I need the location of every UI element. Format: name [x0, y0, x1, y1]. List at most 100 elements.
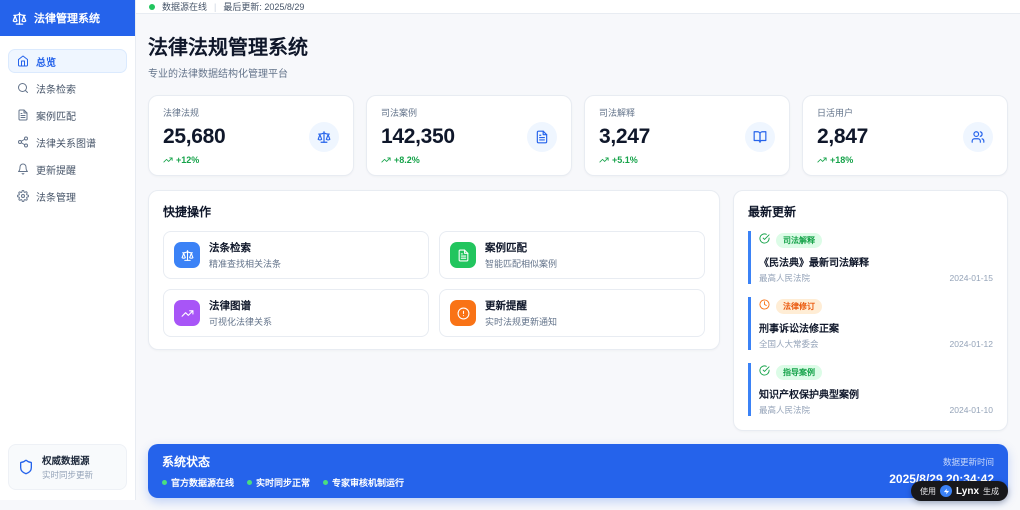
lynx-logo-icon	[940, 485, 953, 497]
topbar-separator: |	[214, 1, 217, 12]
quick-actions-title: 快捷操作	[163, 205, 212, 219]
trending-up-icon	[817, 157, 827, 163]
bell-icon	[18, 163, 28, 175]
sidebar-item-update-alerts[interactable]: 更新提醒	[8, 157, 127, 181]
check-circle-icon	[759, 231, 770, 249]
action-update-alerts[interactable]: 更新提醒 实时法规更新通知	[439, 289, 705, 337]
scale-icon	[174, 242, 200, 268]
stat-card-cases: 司法案例 142,350 +8.2%	[366, 95, 572, 176]
shield-icon	[19, 459, 32, 475]
scale-icon	[309, 122, 339, 152]
update-item[interactable]: 指导案例 知识产权保护典型案例 最高人民法院 2024-01-10	[748, 363, 993, 416]
latest-updates-panel: 最新更新 司法解释 《民法典》最新司法解释 最高人民法院 2024-01-15	[733, 190, 1008, 431]
stat-value: 142,350	[381, 125, 455, 148]
update-title: 刑事诉讼法修正案	[759, 324, 839, 335]
trending-up-icon	[599, 157, 609, 163]
update-item[interactable]: 司法解释 《民法典》最新司法解释 最高人民法院 2024-01-15	[748, 231, 993, 284]
app-title: 法律管理系统	[34, 13, 100, 25]
update-badge: 司法解释	[776, 232, 822, 248]
data-source-title: 权威数据源	[42, 456, 90, 467]
main-area: 数据源在线 | 最后更新: 2025/8/29 法律法规管理系统 专业的法律数据…	[136, 0, 1020, 501]
update-source: 全国人大常委会	[759, 339, 819, 349]
check-circle-icon	[759, 363, 770, 381]
update-date: 2024-01-15	[949, 273, 993, 283]
sidebar-nav: 总览 法条检索 案例匹配 法律关系图谱 更新提醒 法条管理	[0, 36, 135, 221]
quick-actions-panel: 快捷操作 法条检索 精准查找相关法条 案例匹配 智能匹配相似案例 法律图谱 可视…	[148, 190, 720, 350]
file-text-icon	[450, 242, 476, 268]
last-updated-text: 最后更新: 2025/8/29	[223, 2, 305, 12]
green-status-dot	[162, 480, 167, 485]
update-title: 知识产权保护典型案例	[759, 390, 859, 401]
status-item: 专家审核机制运行	[323, 476, 404, 489]
panels-row: 快捷操作 法条检索 精准查找相关法条 案例匹配 智能匹配相似案例 法律图谱 可视…	[148, 190, 1008, 431]
status-item: 官方数据源在线	[162, 476, 234, 489]
latest-updates-title: 最新更新	[748, 205, 797, 219]
update-badge: 指导案例	[776, 364, 822, 380]
sidebar-item-case-match[interactable]: 案例匹配	[8, 103, 127, 127]
system-status-bar: 系统状态 官方数据源在线 实时同步正常 专家审核机制运行 数据更新时间 2025…	[148, 444, 1008, 498]
badge-prefix: 使用	[920, 486, 937, 496]
update-title: 《民法典》最新司法解释	[759, 258, 869, 269]
trending-up-icon	[174, 300, 200, 326]
trending-up-icon	[381, 157, 391, 163]
status-item: 实时同步正常	[247, 476, 310, 489]
stat-card-interpretations: 司法解释 3,247 +5.1%	[584, 95, 790, 176]
stat-value: 3,247	[599, 125, 651, 148]
scale-logo-icon	[12, 11, 27, 25]
content: 法律法规管理系统 专业的法律数据结构化管理平台 法律法规 25,680 +12%	[136, 14, 1020, 510]
page-subtitle: 专业的法律数据结构化管理平台	[148, 69, 288, 80]
stat-trend: +18%	[817, 155, 993, 165]
action-case-match[interactable]: 案例匹配 智能匹配相似案例	[439, 231, 705, 279]
data-update-time-label: 数据更新时间	[942, 457, 994, 467]
file-text-icon	[527, 122, 557, 152]
stat-trend: +5.1%	[599, 155, 775, 165]
sidebar: 法律管理系统 总览 法条检索 案例匹配 法律关系图谱 更新提醒 法条管理 权威数…	[0, 0, 136, 500]
datasource-status: 数据源在线	[162, 2, 208, 12]
users-icon	[963, 122, 993, 152]
sidebar-item-law-search[interactable]: 法条检索	[8, 76, 127, 100]
stat-label: 司法解释	[599, 108, 636, 118]
stat-value: 25,680	[163, 125, 226, 148]
page-header: 法律法规管理系统 专业的法律数据结构化管理平台	[148, 31, 1008, 80]
lynx-generator-badge[interactable]: 使用 Lynx 生成	[911, 481, 1008, 501]
share-network-icon	[18, 136, 28, 148]
alert-circle-icon	[450, 300, 476, 326]
topbar: 数据源在线 | 最后更新: 2025/8/29	[136, 0, 1020, 14]
action-law-graph[interactable]: 法律图谱 可视化法律关系	[163, 289, 429, 337]
update-source: 最高人民法院	[759, 405, 811, 415]
green-status-dot	[247, 480, 253, 485]
update-item[interactable]: 法律修订 刑事诉讼法修正案 全国人大常委会 2024-01-12	[748, 297, 993, 350]
gear-icon	[17, 190, 29, 202]
file-text-icon	[18, 109, 28, 121]
sidebar-item-label: 更新提醒	[36, 165, 76, 177]
update-source: 最高人民法院	[759, 273, 811, 283]
data-source-subtitle: 实时同步更新	[42, 470, 94, 480]
badge-suffix: 生成	[983, 486, 999, 496]
sidebar-item-label: 总览	[36, 57, 56, 69]
action-law-search[interactable]: 法条检索 精准查找相关法条	[163, 231, 429, 279]
system-status-title: 系统状态	[162, 455, 211, 469]
sidebar-item-relation-graph[interactable]: 法律关系图谱	[8, 130, 127, 154]
stat-trend: +12%	[163, 155, 339, 165]
stat-value: 2,847	[817, 125, 869, 148]
sidebar-item-label: 案例匹配	[36, 111, 76, 123]
update-date: 2024-01-10	[949, 405, 993, 415]
sidebar-item-label: 法条检索	[36, 84, 76, 96]
update-badge: 法律修订	[776, 298, 822, 314]
stat-card-active-users: 日活用户 2,847 +18%	[802, 95, 1008, 176]
stat-label: 日活用户	[817, 108, 854, 118]
book-open-icon	[745, 122, 775, 152]
sidebar-item-overview[interactable]: 总览	[8, 49, 127, 73]
data-source-card: 权威数据源 实时同步更新	[8, 444, 127, 490]
trending-up-icon	[163, 157, 173, 163]
stat-trend: +8.2%	[381, 155, 557, 165]
sidebar-item-law-manage[interactable]: 法条管理	[8, 184, 127, 208]
badge-brand: Lynx	[956, 485, 979, 497]
stats-row: 法律法规 25,680 +12% 司法案例 142,350 +8.2% 司法解释…	[148, 95, 1008, 176]
clock-icon	[759, 297, 770, 315]
search-icon	[18, 83, 28, 93]
stat-label: 司法案例	[381, 108, 418, 118]
green-status-dot	[323, 480, 329, 485]
sidebar-header: 法律管理系统	[0, 0, 135, 36]
stat-card-laws: 法律法规 25,680 +12%	[148, 95, 354, 176]
